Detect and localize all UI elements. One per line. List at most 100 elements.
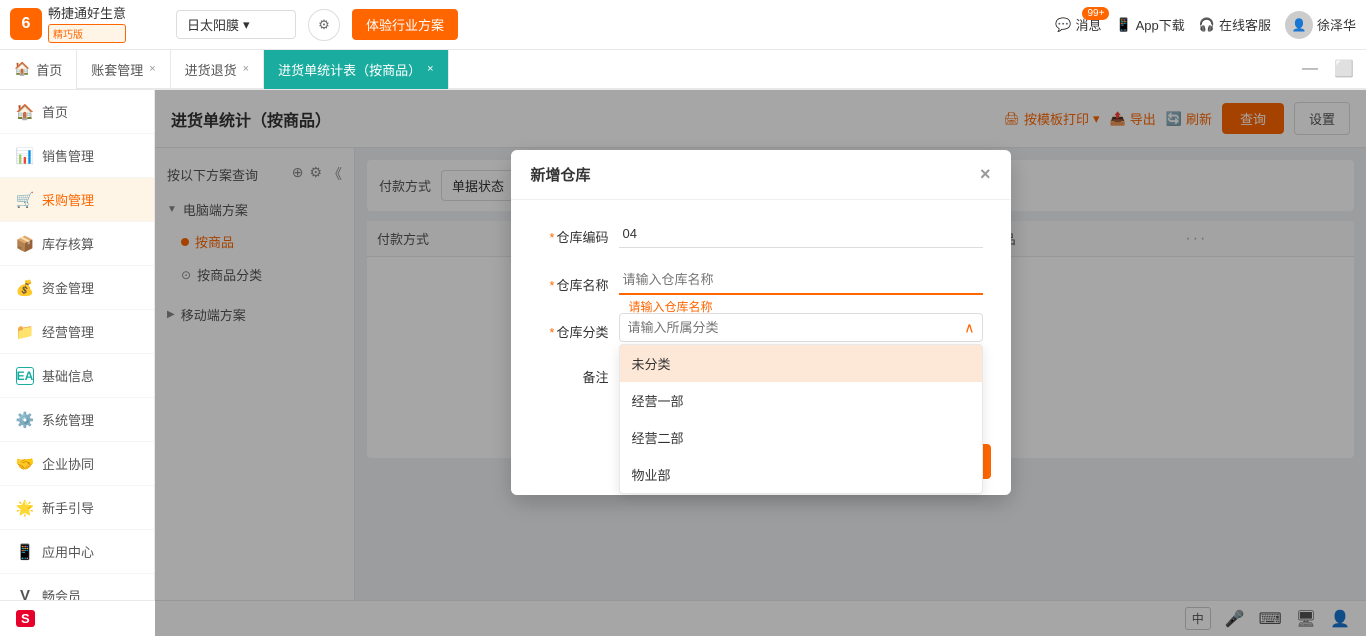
sidebar-item-basic-info[interactable]: EA 基础信息 [0, 354, 154, 398]
tab-purchase-stats-label: 进货单统计表（按商品） [278, 60, 421, 79]
home-icon: 🏠 [14, 61, 30, 77]
phone-icon: 📱 [1115, 17, 1131, 33]
app-badge: 精巧版 [48, 24, 126, 43]
dropdown-item-dept2[interactable]: 经营二部 [620, 419, 982, 456]
sidebar-inventory-label: 库存核算 [42, 234, 94, 253]
operations-sidebar-icon: 📁 [16, 323, 34, 341]
basic-info-sidebar-icon: EA [16, 367, 34, 385]
dropdown-item-dept1[interactable]: 经营一部 [620, 382, 982, 419]
main-layout: 🏠 首页 📊 销售管理 🛒 采购管理 📦 库存核算 💰 资金管理 📁 经营管理 … [0, 90, 1366, 636]
sidebar-operations-label: 经营管理 [42, 322, 94, 341]
dialog-body: *仓库编码 *仓库名称 请输入仓库名称 [511, 200, 1011, 434]
store-name: 日太阳膜 [187, 15, 239, 34]
message-icon: 💬 [1055, 17, 1071, 33]
enterprise-sidebar-icon: 🤝 [16, 455, 34, 473]
messages-nav[interactable]: 💬 消息 99+ [1055, 15, 1101, 34]
dropdown-item-uncategorized[interactable]: 未分类 [620, 345, 982, 382]
app-logo-icon: 6 [10, 8, 42, 40]
headset-icon: 🎧 [1199, 17, 1215, 33]
sidebar-purchase-label: 采购管理 [42, 190, 94, 209]
gear-button[interactable]: ⚙ [308, 9, 340, 41]
tab-accounts-label: 账套管理 [91, 60, 143, 79]
message-badge: 99+ [1082, 7, 1109, 20]
inventory-sidebar-icon: 📦 [16, 235, 34, 253]
category-dropdown: 未分类 经营一部 经营二部 物业部 [619, 344, 983, 494]
tab-minimize-button[interactable]: — [1296, 55, 1324, 83]
tab-bar: 🏠 首页 账套管理 × 进货退货 × 进货单统计表（按商品） × — ⬜ [0, 50, 1366, 90]
home-sidebar-icon: 🏠 [16, 103, 34, 121]
tab-purchase-return[interactable]: 进货退货 × [171, 49, 264, 89]
form-row-code: *仓库编码 [539, 220, 983, 248]
purchase-sidebar-icon: 🛒 [16, 191, 34, 209]
sidebar: 🏠 首页 📊 销售管理 🛒 采购管理 📦 库存核算 💰 资金管理 📁 经营管理 … [0, 90, 155, 636]
dialog-header: 新增仓库 × [511, 150, 1011, 200]
sidebar-guide-label: 新手引导 [42, 498, 94, 517]
sidebar-item-purchase[interactable]: 🛒 采购管理 [0, 178, 154, 222]
tab-expand-button[interactable]: ⬜ [1330, 55, 1358, 83]
s-logo: S [16, 610, 35, 627]
sales-sidebar-icon: 📊 [16, 147, 34, 165]
sidebar-basic-info-label: 基础信息 [42, 366, 94, 385]
tab-purchase-stats-close[interactable]: × [427, 63, 433, 75]
app-download-label: App下载 [1136, 15, 1185, 34]
sidebar-finance-label: 资金管理 [42, 278, 94, 297]
username-label: 徐泽华 [1317, 15, 1356, 34]
tab-home[interactable]: 🏠 首页 [0, 49, 77, 89]
user-area[interactable]: 👤 徐泽华 [1285, 11, 1356, 39]
top-nav-right: 💬 消息 99+ 📱 App下载 🎧 在线客服 👤 徐泽华 [1055, 11, 1356, 39]
store-selector[interactable]: 日太阳膜 ▾ [176, 10, 296, 39]
dropdown-item-dept3[interactable]: 物业部 [620, 456, 982, 493]
notes-label: 备注 [539, 360, 619, 386]
category-label: *仓库分类 [539, 315, 619, 341]
modal-overlay: 新增仓库 × *仓库编码 *仓库名称 [155, 90, 1366, 636]
tab-actions: — ⬜ [1296, 55, 1366, 83]
sidebar-item-enterprise[interactable]: 🤝 企业协同 [0, 442, 154, 486]
system-sidebar-icon: ⚙️ [16, 411, 34, 429]
logo-area: 6 畅捷通好生意 精巧版 [10, 6, 160, 44]
sidebar-item-operations[interactable]: 📁 经营管理 [0, 310, 154, 354]
tab-purchase-return-label: 进货退货 [185, 60, 237, 79]
sidebar-item-sales[interactable]: 📊 销售管理 [0, 134, 154, 178]
online-service-label: 在线客服 [1219, 15, 1271, 34]
tab-accounts-close[interactable]: × [149, 63, 155, 75]
top-nav-center: 日太阳膜 ▾ ⚙ 体验行业方案 [176, 9, 1039, 41]
sidebar-item-inventory[interactable]: 📦 库存核算 [0, 222, 154, 266]
guide-sidebar-icon: 🌟 [16, 499, 34, 517]
tab-purchase-return-close[interactable]: × [243, 63, 249, 75]
code-label: *仓库编码 [539, 220, 619, 246]
app-download-nav[interactable]: 📱 App下载 [1115, 15, 1184, 34]
name-label: *仓库名称 [539, 268, 619, 294]
online-service-nav[interactable]: 🎧 在线客服 [1199, 15, 1271, 34]
sidebar-item-app-center[interactable]: 📱 应用中心 [0, 530, 154, 574]
finance-sidebar-icon: 💰 [16, 279, 34, 297]
add-warehouse-dialog: 新增仓库 × *仓库编码 *仓库名称 [511, 150, 1011, 495]
avatar: 👤 [1285, 11, 1313, 39]
trial-button[interactable]: 体验行业方案 [352, 9, 458, 40]
app-name: 畅捷通好生意 精巧版 [48, 6, 126, 44]
sidebar-app-center-label: 应用中心 [42, 542, 94, 561]
category-select-wrapper: ∧ 未分类 经营一部 经营二部 物业部 [619, 313, 983, 342]
tab-home-label: 首页 [36, 60, 62, 79]
sidebar-sales-label: 销售管理 [42, 146, 94, 165]
dialog-title: 新增仓库 [531, 164, 591, 185]
dialog-close-button[interactable]: × [980, 164, 991, 185]
tab-purchase-stats[interactable]: 进货单统计表（按商品） × [264, 49, 448, 89]
warehouse-name-input[interactable] [619, 266, 983, 295]
bottom-logo: S [16, 610, 35, 627]
app-center-sidebar-icon: 📱 [16, 543, 34, 561]
warehouse-category-input[interactable] [619, 313, 983, 342]
sidebar-item-finance[interactable]: 💰 资金管理 [0, 266, 154, 310]
sidebar-enterprise-label: 企业协同 [42, 454, 94, 473]
chevron-down-icon: ▾ [243, 17, 250, 33]
form-row-name: *仓库名称 请输入仓库名称 [539, 266, 983, 295]
sidebar-item-guide[interactable]: 🌟 新手引导 [0, 486, 154, 530]
sidebar-item-system[interactable]: ⚙️ 系统管理 [0, 398, 154, 442]
form-row-category: *仓库分类 ∧ 未分类 经营一部 经营二部 物业部 [539, 313, 983, 342]
sidebar-item-home[interactable]: 🏠 首页 [0, 90, 154, 134]
app-name-text: 畅捷通好生意 [48, 6, 126, 23]
content-area: 进货单统计（按商品） 🖨 按模板打印 ▾ 📤 导出 🔄 刷新 查询 设置 [155, 90, 1366, 636]
top-nav: 6 畅捷通好生意 精巧版 日太阳膜 ▾ ⚙ 体验行业方案 💬 消息 99+ 📱 … [0, 0, 1366, 50]
tab-accounts[interactable]: 账套管理 × [77, 49, 170, 89]
sidebar-system-label: 系统管理 [42, 410, 94, 429]
warehouse-code-input[interactable] [619, 220, 983, 248]
